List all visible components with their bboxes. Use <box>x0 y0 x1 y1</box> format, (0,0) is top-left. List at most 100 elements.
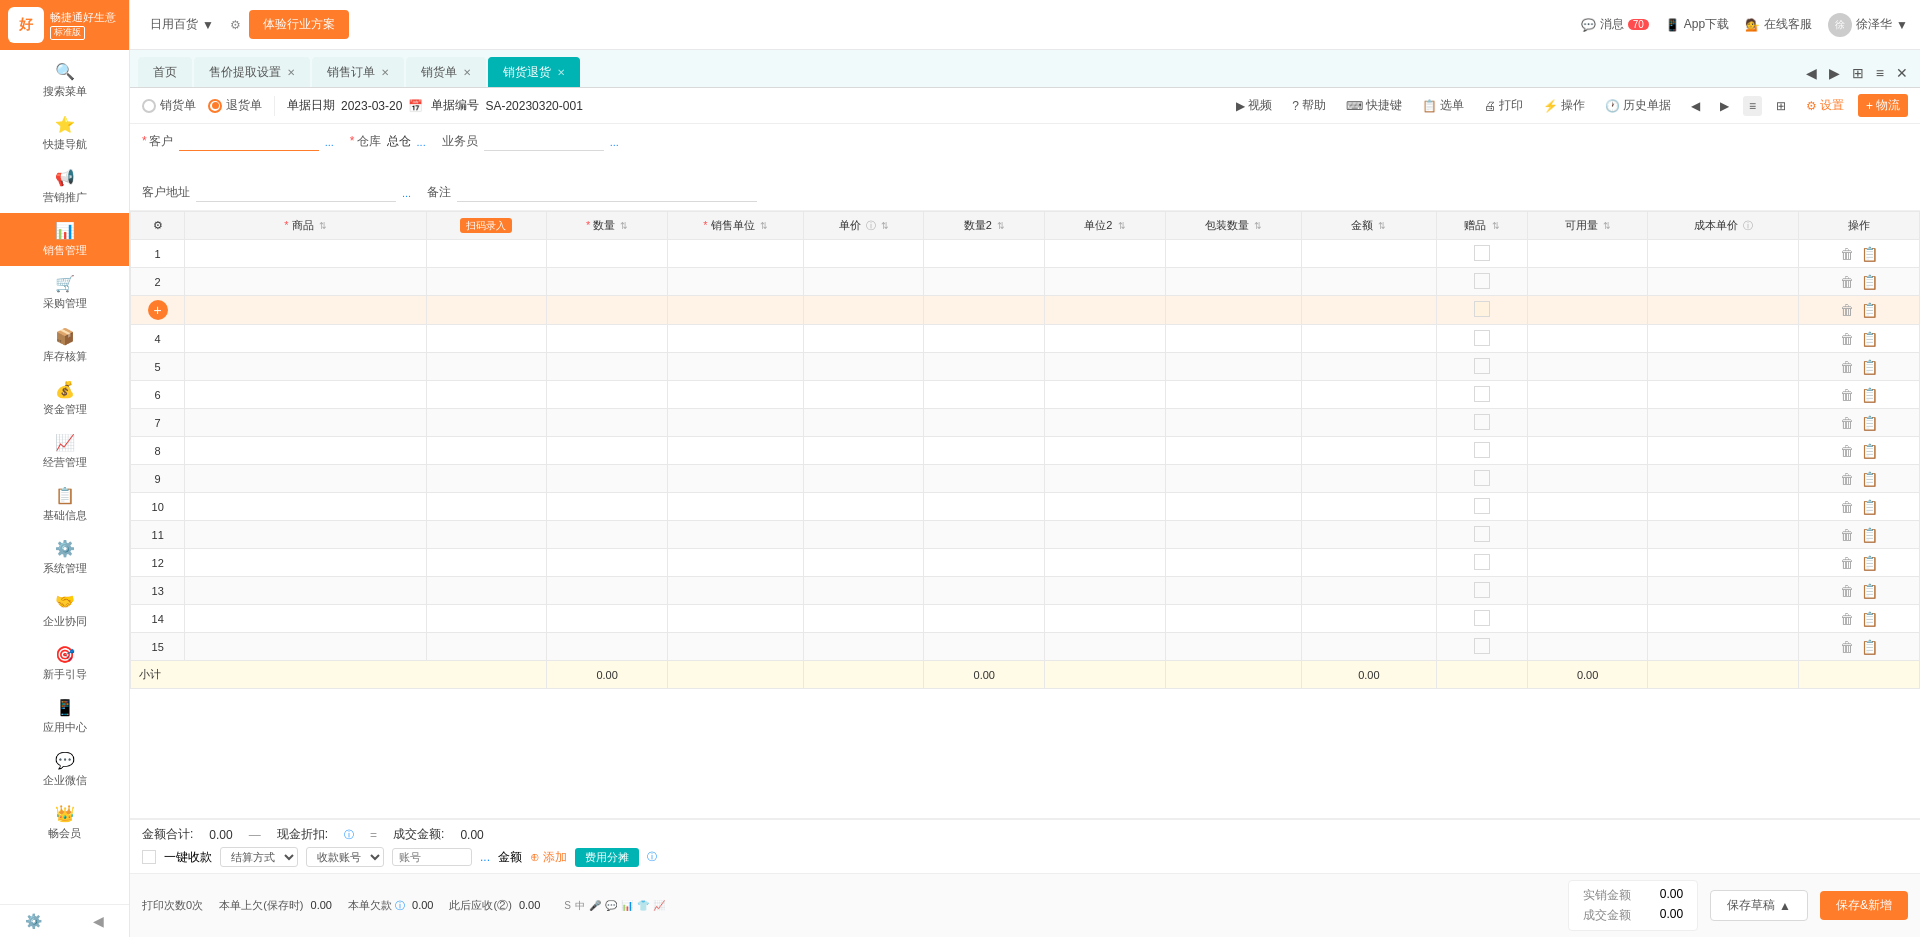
sidebar-item-newbie[interactable]: 🎯 新手引导 <box>0 637 129 690</box>
pkg-cell[interactable] <box>1165 353 1301 381</box>
unit2-cell[interactable] <box>1045 493 1166 521</box>
qty-cell[interactable] <box>547 353 668 381</box>
qty-cell[interactable] <box>547 577 668 605</box>
price-cell[interactable] <box>803 605 924 633</box>
delete-row-btn[interactable]: 🗑 <box>1840 471 1854 487</box>
help-btn[interactable]: ? 帮助 <box>1286 94 1332 117</box>
unit-cell[interactable] <box>667 465 803 493</box>
logistics-btn[interactable]: + 物流 <box>1858 94 1908 117</box>
pkg-cell[interactable] <box>1165 381 1301 409</box>
tab-close-sales-order[interactable]: ✕ <box>381 67 389 78</box>
price-cell[interactable] <box>803 465 924 493</box>
unit-cell[interactable] <box>667 549 803 577</box>
delete-row-btn[interactable]: 🗑 <box>1840 246 1854 262</box>
price-cell[interactable] <box>803 381 924 409</box>
pkg-cell[interactable] <box>1165 437 1301 465</box>
qty2-cell[interactable] <box>924 325 1045 353</box>
qty-cell[interactable] <box>547 605 668 633</box>
copy-row-btn[interactable]: 📋 <box>1861 611 1878 627</box>
product-cell[interactable] <box>185 353 426 381</box>
scan-btn[interactable]: 扫码录入 <box>460 218 512 233</box>
unit-cell[interactable] <box>667 633 803 661</box>
price-cell-active[interactable] <box>803 296 924 325</box>
delete-row-btn[interactable]: 🗑 <box>1840 274 1854 290</box>
tab-close-sales-delivery[interactable]: ✕ <box>463 67 471 78</box>
message-btn[interactable]: 💬 消息 70 <box>1581 16 1649 33</box>
product-input-active[interactable] <box>191 304 419 316</box>
save-new-btn[interactable]: 保存&新增 <box>1820 891 1908 920</box>
qty2-cell[interactable] <box>924 268 1045 296</box>
copy-row-btn[interactable]: 📋 <box>1861 246 1878 262</box>
qty-cell[interactable] <box>547 325 668 353</box>
prev-doc-btn[interactable]: ◀ <box>1685 96 1706 116</box>
operations-btn[interactable]: ⚡ 操作 <box>1537 94 1591 117</box>
unit-cell-active[interactable] <box>667 296 803 325</box>
tab-sales-delivery[interactable]: 销货单 ✕ <box>406 57 486 87</box>
qty2-cell[interactable] <box>924 437 1045 465</box>
sidebar-item-quick-nav[interactable]: ⭐ 快捷导航 <box>0 107 129 160</box>
delete-row-btn[interactable]: 🗑 <box>1840 611 1854 627</box>
video-btn[interactable]: ▶ 视频 <box>1230 94 1278 117</box>
settlement-select[interactable]: 结算方式 <box>220 847 298 867</box>
user-profile[interactable]: 徐 徐泽华 ▼ <box>1828 13 1908 37</box>
qty-cell[interactable] <box>547 465 668 493</box>
sidebar-item-enterprise[interactable]: 🤝 企业协同 <box>0 584 129 637</box>
copy-row-btn[interactable]: 📋 <box>1861 555 1878 571</box>
sidebar-item-finance[interactable]: 💰 资金管理 <box>0 372 129 425</box>
unit2-cell[interactable] <box>1045 381 1166 409</box>
add-row-btn[interactable]: + <box>148 300 168 320</box>
sidebar-item-system[interactable]: ⚙️ 系统管理 <box>0 531 129 584</box>
sidebar-item-apps[interactable]: 📱 应用中心 <box>0 690 129 743</box>
product-cell[interactable] <box>185 409 426 437</box>
app-download-btn[interactable]: 📱 App下载 <box>1665 16 1729 33</box>
price-cell[interactable] <box>803 240 924 268</box>
gift-checkbox[interactable] <box>1474 582 1490 598</box>
cost-info-icon[interactable]: ⓘ <box>1743 220 1753 231</box>
unit-cell[interactable] <box>667 605 803 633</box>
one-click-payment-checkbox[interactable] <box>142 850 156 864</box>
unit2-cell[interactable] <box>1045 268 1166 296</box>
delete-row-btn[interactable]: 🗑 <box>1840 359 1854 375</box>
price-cell[interactable] <box>803 633 924 661</box>
price-info-icon[interactable]: ⓘ <box>866 220 876 231</box>
sidebar-item-purchase[interactable]: 🛒 采购管理 <box>0 266 129 319</box>
pkg-cell[interactable] <box>1165 325 1301 353</box>
product-cell-active[interactable] <box>185 296 426 325</box>
account-select[interactable]: 收款账号 <box>306 847 384 867</box>
qty-cell[interactable] <box>547 549 668 577</box>
tab-next-btn[interactable]: ▶ <box>1825 63 1844 83</box>
delete-row-btn[interactable]: 🗑 <box>1840 499 1854 515</box>
gift-checkbox[interactable] <box>1474 470 1490 486</box>
product-cell[interactable] <box>185 240 426 268</box>
unit2-cell[interactable] <box>1045 353 1166 381</box>
daily-goods-selector[interactable]: 日用百货 ▼ <box>142 12 222 37</box>
unit-cell[interactable] <box>667 437 803 465</box>
price-cell[interactable] <box>803 268 924 296</box>
settings-gear-icon[interactable]: ⚙ <box>230 18 241 32</box>
status2-info[interactable]: ⓘ <box>395 900 405 911</box>
experience-btn[interactable]: 体验行业方案 <box>249 10 349 39</box>
next-doc-btn[interactable]: ▶ <box>1714 96 1735 116</box>
tab-sales-return[interactable]: 销货退货 ✕ <box>488 57 580 87</box>
qty2-cell[interactable] <box>924 240 1045 268</box>
gift-checkbox[interactable] <box>1474 386 1490 402</box>
copy-row-btn[interactable]: 📋 <box>1861 274 1878 290</box>
qty2-cell[interactable] <box>924 493 1045 521</box>
qty2-cell[interactable] <box>924 605 1045 633</box>
copy-row-btn[interactable]: 📋 <box>1861 499 1878 515</box>
th-settings[interactable]: ⚙ <box>131 212 185 240</box>
pkg-cell[interactable] <box>1165 521 1301 549</box>
copy-row-btn[interactable]: 📋 <box>1861 583 1878 599</box>
gift-checkbox[interactable] <box>1474 245 1490 261</box>
copy-row-btn[interactable]: 📋 <box>1861 331 1878 347</box>
settings-bottom-btn[interactable]: ⚙️ <box>25 913 42 929</box>
pkg-cell[interactable] <box>1165 605 1301 633</box>
online-service-btn[interactable]: 💁 在线客服 <box>1745 16 1812 33</box>
copy-row-btn[interactable]: 📋 <box>1861 443 1878 459</box>
gift-checkbox[interactable] <box>1474 442 1490 458</box>
account-input[interactable] <box>392 848 472 866</box>
product-cell[interactable] <box>185 437 426 465</box>
price-cell[interactable] <box>803 409 924 437</box>
qty2-cell[interactable] <box>924 521 1045 549</box>
radio-return[interactable]: 退货单 <box>208 97 262 114</box>
